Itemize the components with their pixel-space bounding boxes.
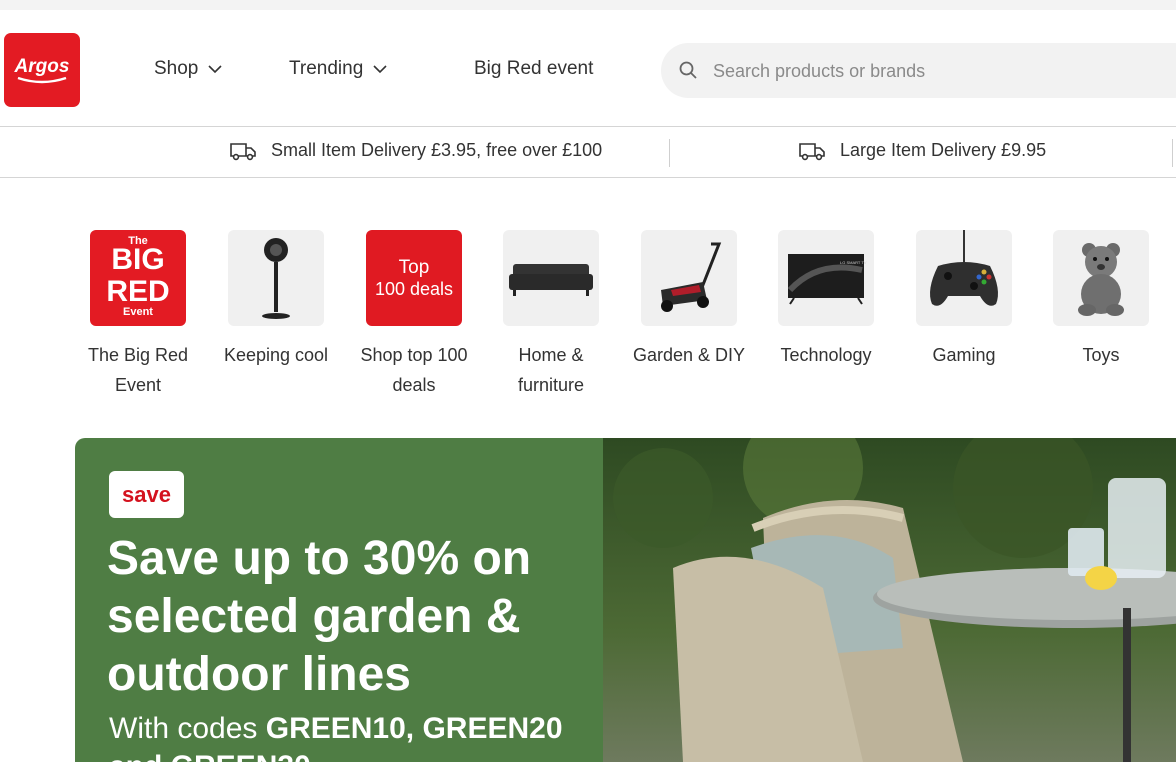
category-label-line: Garden & DIY bbox=[632, 345, 746, 365]
category-big-red-event[interactable]: The BIG RED Event The Big Red Event bbox=[73, 230, 203, 400]
thumb-text: RED bbox=[106, 275, 170, 308]
category-top-100-deals[interactable]: Top 100 deals Shop top 100 deals bbox=[349, 230, 479, 400]
nav-big-red-label: Big Red event bbox=[474, 58, 594, 79]
category-label: Gaming bbox=[899, 340, 1029, 370]
headline-line: selected garden & bbox=[107, 590, 521, 643]
promo-headline: Save up to 30% on selected garden & outd… bbox=[107, 530, 587, 704]
category-carousel: The BIG RED Event The Big Red Event Keepi… bbox=[0, 230, 1176, 410]
promo-banner[interactable]: save Save up to 30% on selected garden &… bbox=[75, 438, 1176, 762]
category-label-line: Toys bbox=[1082, 345, 1120, 365]
site-header: Argos Shop Trending Big Red event bbox=[0, 10, 1176, 127]
promo-text-panel: save Save up to 30% on selected garden &… bbox=[75, 438, 603, 762]
category-label-line: Shop top 100 bbox=[360, 345, 468, 365]
category-label: Technology bbox=[761, 340, 891, 370]
sofa-icon bbox=[503, 230, 599, 326]
nav-big-red-event[interactable]: Big Red event bbox=[474, 58, 593, 80]
promo-codes: GREEN10, GREEN20 bbox=[265, 712, 563, 745]
top-100-deals-icon: Top 100 deals bbox=[366, 230, 462, 326]
search-bar bbox=[661, 43, 1176, 98]
thumb-text: BIG bbox=[111, 243, 165, 276]
category-garden-diy[interactable]: Garden & DIY bbox=[624, 230, 754, 370]
divider bbox=[1172, 139, 1173, 167]
chevron-down-icon bbox=[373, 65, 387, 74]
nav-trending-label: Trending bbox=[289, 58, 364, 79]
small-delivery-info[interactable]: Small Item Delivery £3.95, free over £10… bbox=[229, 140, 602, 161]
category-label-line: furniture bbox=[517, 375, 585, 395]
search-input[interactable] bbox=[711, 55, 1175, 87]
category-label-line: Gaming bbox=[932, 345, 996, 365]
category-label: Shop top 100 deals bbox=[349, 340, 479, 400]
thumb-text: 100 deals bbox=[374, 279, 454, 299]
nav-shop[interactable]: Shop bbox=[154, 58, 222, 80]
large-delivery-info[interactable]: Large Item Delivery £9.95 bbox=[798, 140, 1046, 161]
headline-line: outdoor lines bbox=[107, 648, 411, 701]
category-label: Keeping cool bbox=[211, 340, 341, 370]
delivery-bar: Small Item Delivery £3.95, free over £10… bbox=[0, 127, 1176, 178]
lawnmower-icon bbox=[641, 230, 737, 326]
fan-icon bbox=[228, 230, 324, 326]
top-strip bbox=[0, 0, 1176, 10]
category-label-line: deals bbox=[392, 375, 436, 395]
category-label-line: Keeping cool bbox=[223, 345, 329, 365]
teddy-bear-icon bbox=[1053, 230, 1149, 326]
garden-furniture-photo bbox=[603, 438, 1176, 762]
category-label-line: Home & bbox=[518, 345, 584, 365]
search-icon[interactable] bbox=[679, 61, 697, 79]
logo-text: Argos bbox=[14, 56, 70, 77]
thumb-text: Top bbox=[398, 257, 430, 278]
van-icon bbox=[799, 142, 825, 160]
big-red-event-icon: The BIG RED Event bbox=[90, 230, 186, 326]
category-home-furniture[interactable]: Home & furniture bbox=[486, 230, 616, 400]
divider bbox=[669, 139, 670, 167]
tv-brand-text: LG SMART TV bbox=[840, 260, 867, 265]
argos-logo[interactable]: Argos bbox=[4, 33, 80, 107]
van-icon bbox=[230, 142, 256, 160]
chevron-down-icon bbox=[208, 65, 222, 74]
category-label: Garden & DIY bbox=[624, 340, 754, 370]
nav-shop-label: Shop bbox=[154, 58, 199, 79]
large-delivery-text: Large Item Delivery £9.95 bbox=[840, 140, 1047, 160]
save-badge: save bbox=[109, 471, 184, 518]
nav-trending[interactable]: Trending bbox=[289, 58, 387, 80]
subline-prefix: With codes bbox=[109, 712, 266, 745]
gamepad-icon bbox=[916, 230, 1012, 326]
logo-swoosh-icon bbox=[17, 76, 67, 84]
category-label-line: Technology bbox=[780, 345, 872, 365]
category-label-line: Event bbox=[114, 375, 162, 395]
category-label: Home & furniture bbox=[486, 340, 616, 400]
tv-icon: LG SMART TV bbox=[778, 230, 874, 326]
headline-line: Save up to 30% on bbox=[107, 532, 532, 585]
category-toys[interactable]: Toys bbox=[1036, 230, 1166, 370]
promo-subline: With codes GREEN10, GREEN20 and GREEN30 bbox=[109, 710, 589, 762]
category-gaming[interactable]: Gaming bbox=[899, 230, 1029, 370]
category-keeping-cool[interactable]: Keeping cool bbox=[211, 230, 341, 370]
category-label-line: The Big Red bbox=[87, 345, 189, 365]
thumb-text: Event bbox=[123, 306, 153, 318]
category-technology[interactable]: LG SMART TV Technology bbox=[761, 230, 891, 370]
category-label: Toys bbox=[1036, 340, 1166, 370]
category-label: The Big Red Event bbox=[73, 340, 203, 400]
promo-codes: and GREEN30 bbox=[109, 750, 311, 762]
small-delivery-text: Small Item Delivery £3.95, free over £10… bbox=[271, 140, 603, 160]
